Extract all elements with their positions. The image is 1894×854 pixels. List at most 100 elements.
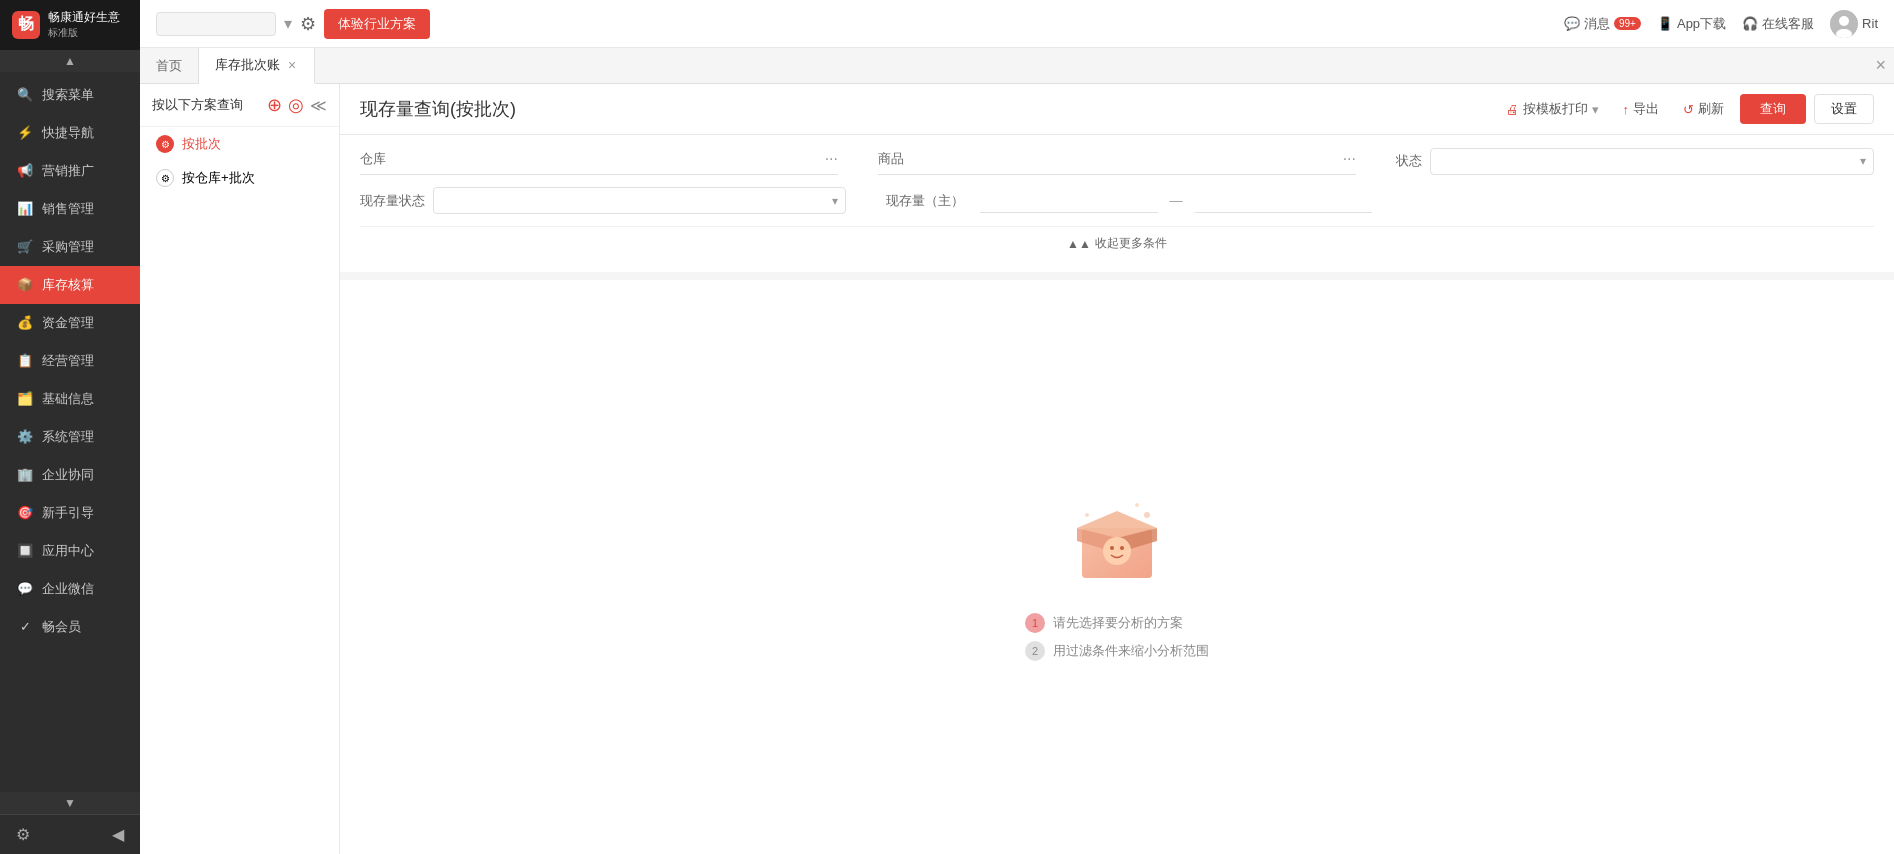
tip-num-2: 2 [1025,641,1045,661]
sidebar-item-operation[interactable]: 📋经营管理 [0,342,140,380]
sidebar-item-apps[interactable]: 🔲应用中心 [0,532,140,570]
sidebar-item-finance[interactable]: 💰资金管理 [0,304,140,342]
sidebar-header: 畅 畅康通好生意 标准版 [0,0,140,50]
svg-point-13 [1135,503,1139,507]
sidebar-nav: 🔍搜索菜单 ⚡ 快捷导航 📢营销推广📊销售管理🛒采购管理 📦 库存核算 💰资金管理📋经营管理… [0,72,140,792]
filter-status: 状态 ▾ [1396,148,1874,175]
messages-label: 消息 [1584,15,1610,33]
tab-home[interactable]: 首页 [140,48,199,84]
filter-area: 仓库 ··· 商品 ··· 状态 [340,135,1894,272]
app-download-btn[interactable]: 📱 App下载 [1657,15,1726,33]
sidebar-item-label: 搜索菜单 [42,86,94,104]
quick-icon: ⚡ [16,124,34,142]
tab-close-btn[interactable]: × [286,58,298,72]
product-label: 商品 [878,150,904,168]
collapse-sidebar-icon[interactable]: ◀ [112,825,124,844]
sidebar-item-basic[interactable]: 🗂️基础信息 [0,380,140,418]
app-info: 畅康通好生意 标准版 [48,10,120,40]
main-area: ▾ ⚙ 体验行业方案 💬 消息 99+ 📱 App下载 🎧 在线客服 [140,0,1894,854]
export-btn[interactable]: ↑ 导出 [1615,96,1668,122]
user-avatar-btn[interactable]: Rit [1830,10,1878,38]
sidebar-item-sales[interactable]: 📊销售管理 [0,190,140,228]
filter-warehouse: 仓库 ··· [360,147,838,175]
warehouse-input[interactable] [394,147,821,170]
sales-icon: 📊 [16,200,34,218]
enterprise-icon: 🏢 [16,466,34,484]
inventory-icon: 📦 [16,276,34,294]
settings-icon[interactable]: ⚙ [16,825,30,844]
filter-stock-status: 现存量状态 ▾ [360,187,846,214]
status-select-wrapper: ▾ [1430,148,1874,175]
warehouse-dots[interactable]: ··· [825,150,838,168]
search-input[interactable] [156,12,276,36]
sidebar-item-label: 企业微信 [42,580,94,598]
print-dropdown-icon: ▾ [1592,102,1599,117]
svg-point-10 [1120,546,1124,550]
left-panel-header: 按以下方案查询 ⊕ ◎ ≪ [140,84,339,127]
stock-status-select[interactable] [433,187,846,214]
sidebar-item-quick[interactable]: ⚡ 快捷导航 [0,114,140,152]
scheme-batch-label: 按批次 [182,135,221,153]
stock-qty-label: 现存量（主） [886,192,964,210]
collapse-filter-btn[interactable]: ▲▲ 收起更多条件 [360,226,1874,260]
app-title: 畅康通好生意 [48,10,120,26]
stock-qty-min[interactable] [980,189,1158,213]
product-input[interactable] [912,147,1339,170]
headset-icon: 🎧 [1742,16,1758,31]
settings-icon[interactable]: ⚙ [300,13,316,35]
product-dots[interactable]: ··· [1343,150,1356,168]
filter-product: 商品 ··· [878,147,1356,175]
online-service-btn[interactable]: 🎧 在线客服 [1742,15,1814,33]
messages-btn[interactable]: 💬 消息 99+ [1564,15,1641,33]
collapse-panel-btn[interactable]: ≪ [310,94,327,116]
sidebar-item-enterprise[interactable]: 🏢企业协同 [0,456,140,494]
username-label: Rit [1862,16,1878,31]
tab-home-label: 首页 [156,57,182,75]
experience-btn[interactable]: 体验行业方案 [324,9,430,39]
sidebar-item-search[interactable]: 🔍搜索菜单 [0,76,140,114]
system-icon: ⚙️ [16,428,34,446]
sidebar-item-purchase[interactable]: 🛒采购管理 [0,228,140,266]
sidebar-scroll-down[interactable]: ▼ [0,792,140,814]
collapse-label: 收起更多条件 [1095,235,1167,252]
top-bar-right: 💬 消息 99+ 📱 App下载 🎧 在线客服 [1564,10,1878,38]
query-btn[interactable]: 查询 [1740,94,1806,124]
page-close-btn[interactable]: × [1867,55,1894,76]
sidebar-item-label: 畅会员 [42,618,81,636]
sidebar-item-inventory[interactable]: 📦 库存核算 [0,266,140,304]
refresh-btn[interactable]: ↺ 刷新 [1675,96,1732,122]
app-subtitle: 标准版 [48,26,120,40]
svg-point-8 [1103,537,1131,565]
sidebar-item-marketing[interactable]: 📢营销推广 [0,152,140,190]
marketing-icon: 📢 [16,162,34,180]
sidebar-scroll-up[interactable]: ▲ [0,50,140,72]
warehouse-label: 仓库 [360,150,386,168]
scheme-warehouse-batch[interactable]: ⚙ 按仓库+批次 [140,161,339,195]
page-header: 现存量查询(按批次) 🖨 按模板打印 ▾ ↑ 导出 ↺ 刷新 [340,84,1894,135]
right-panel: 现存量查询(按批次) 🖨 按模板打印 ▾ ↑ 导出 ↺ 刷新 [340,84,1894,854]
phone-icon: 📱 [1657,16,1673,31]
status-select[interactable] [1430,148,1874,175]
print-btn[interactable]: 🖨 按模板打印 ▾ [1498,96,1607,122]
add-scheme-btn[interactable]: ⊕ [267,94,282,116]
member-icon: ✓ [16,618,34,636]
sidebar-item-label: 新手引导 [42,504,94,522]
settings-btn[interactable]: 设置 [1814,94,1874,124]
tab-inventory-batch[interactable]: 库存批次账 × [199,48,315,84]
sidebar-item-member[interactable]: ✓ 畅会员 [0,608,140,646]
filter-row-2: 现存量状态 ▾ 现存量（主） — [360,187,1874,214]
stock-qty-max[interactable] [1195,189,1373,213]
scheme-batch-icon: ⚙ [156,135,174,153]
sidebar-item-system[interactable]: ⚙️系统管理 [0,418,140,456]
operation-icon: 📋 [16,352,34,370]
sidebar-item-guide[interactable]: 🎯新手引导 [0,494,140,532]
sidebar-item-wechat[interactable]: 💬企业微信 [0,570,140,608]
stock-status-wrapper: ▾ [433,187,846,214]
scheme-batch[interactable]: ⚙ 按批次 [140,127,339,161]
sidebar: 畅 畅康通好生意 标准版 ▲ 🔍搜索菜单 ⚡ 快捷导航 📢营销推广📊销售管理🛒采购管理… [0,0,140,854]
sidebar-item-label: 库存核算 [42,276,94,294]
settings-scheme-btn[interactable]: ◎ [288,94,304,116]
sidebar-item-label: 快捷导航 [42,124,94,142]
empty-tip-2: 2 用过滤条件来缩小分析范围 [1025,641,1209,661]
dropdown-icon[interactable]: ▾ [284,14,292,33]
